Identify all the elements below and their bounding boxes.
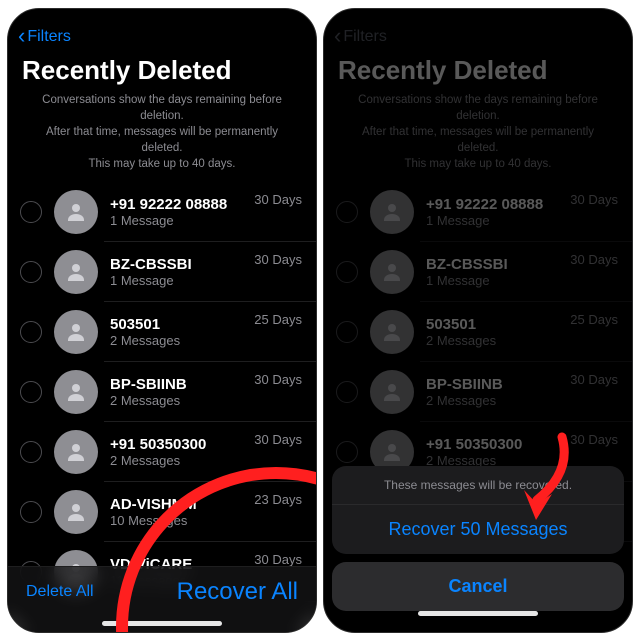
avatar: [54, 370, 98, 414]
message-count: 1 Message: [426, 273, 564, 288]
avatar: [54, 190, 98, 234]
conversation-name: +91 92222 08888: [426, 196, 564, 213]
avatar: [54, 310, 98, 354]
selection-circle[interactable]: [20, 261, 42, 283]
message-count: 2 Messages: [426, 333, 564, 348]
message-count: 2 Messages: [426, 393, 564, 408]
selection-circle[interactable]: [20, 321, 42, 343]
selection-circle[interactable]: [20, 501, 42, 523]
conversation-list[interactable]: +91 92222 088881 Message30 DaysBZ-CBSSBI…: [8, 182, 316, 602]
recover-messages-button[interactable]: Recover 50 Messages: [332, 505, 624, 554]
screenshot-right: ‹ Filters Recently Deleted Conversations…: [323, 8, 633, 633]
avatar: [54, 430, 98, 474]
selection-circle[interactable]: [20, 381, 42, 403]
list-item[interactable]: BP-SBIINB2 Messages 30 Days: [8, 362, 316, 422]
days-remaining: 23 Days: [254, 492, 302, 507]
conversation-name: BP-SBIINB: [110, 376, 248, 393]
avatar: [370, 250, 414, 294]
delete-all-button[interactable]: Delete All: [26, 583, 94, 601]
page-subtitle: Conversations show the days remaining be…: [324, 92, 632, 182]
cancel-button[interactable]: Cancel: [332, 562, 624, 611]
list-item: BP-SBIINB2 Messages 30 Days: [324, 362, 632, 422]
days-remaining: 30 Days: [254, 372, 302, 387]
days-remaining: 30 Days: [570, 252, 618, 267]
home-indicator: [102, 621, 222, 626]
conversation-name: +91 50350300: [110, 436, 248, 453]
message-count: 1 Message: [426, 213, 564, 228]
list-item[interactable]: AD-VISHMM10 Messages 23 Days: [8, 482, 316, 542]
conversation-name: 503501: [110, 316, 248, 333]
list-item[interactable]: BZ-CBSSBI1 Message 30 Days: [8, 242, 316, 302]
page-title: Recently Deleted: [8, 47, 316, 92]
avatar: [370, 310, 414, 354]
selection-circle[interactable]: [20, 201, 42, 223]
home-indicator: [418, 611, 538, 616]
list-item[interactable]: +91 92222 088881 Message 30 Days: [8, 182, 316, 242]
selection-circle: [336, 261, 358, 283]
page-title: Recently Deleted: [324, 47, 632, 92]
list-item: 5035012 Messages 25 Days: [324, 302, 632, 362]
avatar: [370, 370, 414, 414]
conversation-name: +91 92222 08888: [110, 196, 248, 213]
selection-circle: [336, 321, 358, 343]
page-subtitle: Conversations show the days remaining be…: [8, 92, 316, 182]
back-label: Filters: [27, 28, 71, 46]
days-remaining: 25 Days: [254, 312, 302, 327]
conversation-name: +91 50350300: [426, 436, 564, 453]
selection-circle[interactable]: [20, 441, 42, 463]
conversation-name: BZ-CBSSBI: [426, 256, 564, 273]
list-item: +91 92222 088881 Message 30 Days: [324, 182, 632, 242]
recover-all-button[interactable]: Recover All: [177, 578, 298, 606]
message-count: 1 Message: [110, 213, 248, 228]
selection-circle: [336, 201, 358, 223]
message-count: 2 Messages: [110, 333, 248, 348]
list-item[interactable]: +91 503503002 Messages 30 Days: [8, 422, 316, 482]
avatar: [370, 190, 414, 234]
message-count: 2 Messages: [110, 393, 248, 408]
conversation-name: AD-VISHMM: [110, 496, 248, 513]
action-sheet-message: These messages will be recovered.: [332, 466, 624, 505]
action-sheet: These messages will be recovered. Recove…: [324, 466, 632, 632]
days-remaining: 30 Days: [254, 432, 302, 447]
chevron-left-icon: ‹: [18, 25, 25, 47]
list-item[interactable]: 5035012 Messages 25 Days: [8, 302, 316, 362]
conversation-name: 503501: [426, 316, 564, 333]
back-label: Filters: [343, 28, 387, 46]
days-remaining: 30 Days: [254, 252, 302, 267]
chevron-left-icon: ‹: [334, 25, 341, 47]
selection-circle: [336, 441, 358, 463]
selection-circle: [336, 381, 358, 403]
days-remaining: 30 Days: [254, 192, 302, 207]
list-item: BZ-CBSSBI1 Message 30 Days: [324, 242, 632, 302]
days-remaining: 30 Days: [570, 372, 618, 387]
avatar: [54, 250, 98, 294]
conversation-name: BZ-CBSSBI: [110, 256, 248, 273]
screenshot-left: ‹ Filters Recently Deleted Conversations…: [7, 8, 317, 633]
message-count: 1 Message: [110, 273, 248, 288]
conversation-name: BP-SBIINB: [426, 376, 564, 393]
days-remaining: 30 Days: [570, 192, 618, 207]
message-count: 2 Messages: [110, 453, 248, 468]
back-button: ‹ Filters: [334, 27, 387, 47]
avatar: [54, 490, 98, 534]
days-remaining: 25 Days: [570, 312, 618, 327]
back-button[interactable]: ‹ Filters: [18, 27, 71, 47]
days-remaining: 30 Days: [570, 432, 618, 447]
message-count: 10 Messages: [110, 513, 248, 528]
